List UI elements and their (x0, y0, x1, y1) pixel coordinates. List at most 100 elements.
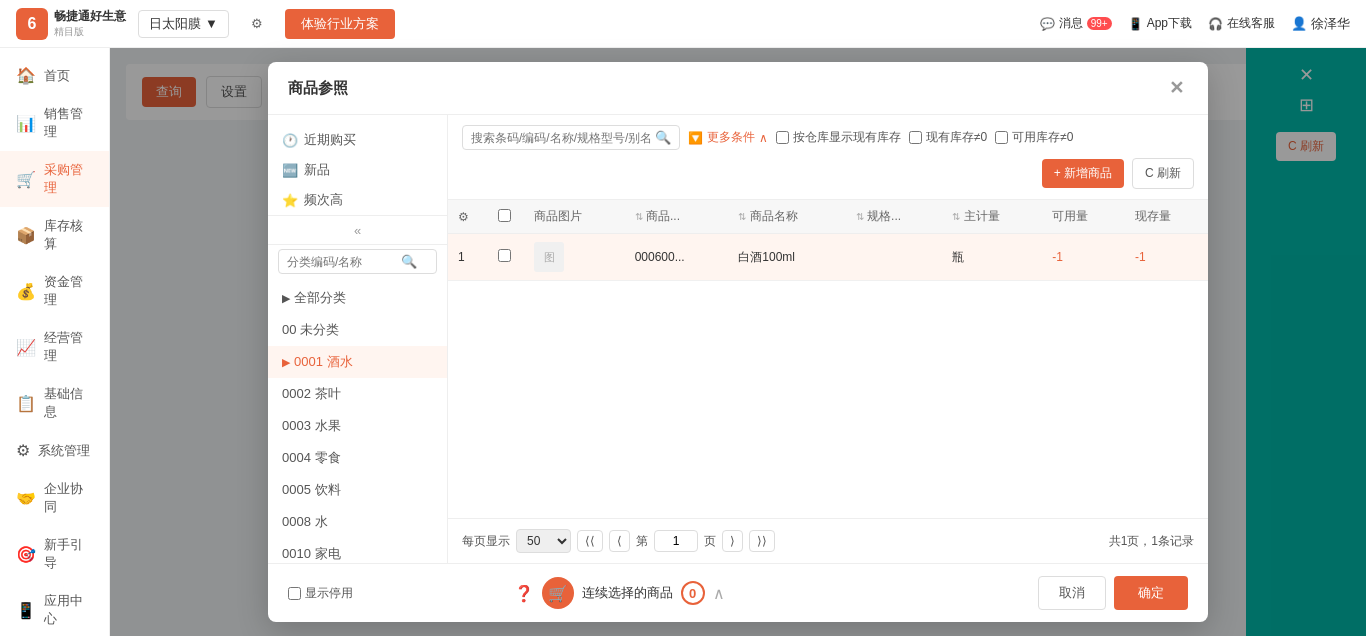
existing-checkbox-item[interactable]: 现有库存≠0 (909, 129, 987, 146)
cat-0010[interactable]: 0010 家电 (268, 538, 447, 563)
app-download-item[interactable]: 📱 App下载 (1128, 15, 1192, 32)
cat-0008-label: 0008 水 (282, 513, 328, 531)
help-icon[interactable]: ❓ (514, 584, 534, 603)
row-checkbox[interactable] (498, 249, 511, 262)
show-disabled-checkbox[interactable] (288, 587, 301, 600)
app-label: App下载 (1147, 15, 1192, 32)
sidebar-item-home[interactable]: 🏠 首页 (0, 56, 109, 95)
headset-icon: 🎧 (1208, 17, 1223, 31)
cat-search-input[interactable] (287, 255, 397, 269)
trial-button[interactable]: 体验行业方案 (285, 9, 395, 39)
sidebar-item-purchase[interactable]: 🛒 采购管理 (0, 151, 109, 207)
sort-code-icon[interactable]: ⇅ (635, 211, 643, 222)
sort-spec-icon[interactable]: ⇅ (856, 211, 864, 222)
page-last-button[interactable]: ⟩⟩ (749, 530, 775, 552)
system-icon: ⚙ (16, 441, 30, 460)
left-sidebar: 🏠 首页 📊 销售管理 🛒 采购管理 📦 库存核算 💰 资金管理 📈 经营管理 … (0, 48, 110, 636)
cat-new[interactable]: 🆕 新品 (268, 155, 447, 185)
cat-00[interactable]: 00 未分类 (268, 314, 447, 346)
sidebar-item-apps[interactable]: 📱 应用中心 (0, 582, 109, 636)
sidebar-item-system[interactable]: ⚙ 系统管理 (0, 431, 109, 470)
cat-0003[interactable]: 0003 水果 (268, 410, 447, 442)
nav-selector-label: 日太阳膜 (149, 15, 201, 33)
cell-spec (846, 234, 943, 281)
per-page-select[interactable]: 50 100 (516, 529, 571, 553)
table-row[interactable]: 1 图 000600... 白酒100ml (448, 234, 1208, 281)
per-page-label: 每页显示 (462, 533, 510, 550)
cat-0002-label: 0002 茶叶 (282, 385, 341, 403)
gear-button[interactable]: ⚙ (241, 8, 273, 40)
cart-button[interactable]: 🛒 (542, 577, 574, 609)
service-label: 在线客服 (1227, 15, 1275, 32)
cat-recent-label: 近期购买 (304, 131, 356, 149)
footer-collapse-button[interactable]: ∧ (713, 584, 725, 603)
message-label: 消息 (1059, 15, 1083, 32)
cat-0005[interactable]: 0005 饮料 (268, 474, 447, 506)
page-first-button[interactable]: ⟨⟨ (577, 530, 603, 552)
product-search-input[interactable] (471, 131, 651, 145)
new-icon: 🆕 (282, 163, 298, 178)
sidebar-label-purchase: 采购管理 (44, 161, 93, 197)
filter-icon: 🔽 (688, 131, 703, 145)
filter-arrow-icon: ∧ (759, 131, 768, 145)
sidebar-item-ops[interactable]: 📈 经营管理 (0, 319, 109, 375)
search-icon[interactable]: 🔍 (655, 130, 671, 145)
user-icon: 👤 (1291, 16, 1307, 31)
cat-search-icon[interactable]: 🔍 (401, 254, 417, 269)
show-disabled-checkbox-item[interactable]: 显示停用 (288, 585, 353, 602)
cart-count-badge: 0 (681, 581, 705, 605)
sort-name-icon[interactable]: ⇅ (738, 211, 746, 222)
usable-checkbox-item[interactable]: 可用库存≠0 (995, 129, 1073, 146)
logo-area: 6 畅捷通好生意 精目版 (16, 8, 126, 40)
sales-icon: 📊 (16, 114, 36, 133)
sidebar-label-home: 首页 (44, 67, 70, 85)
arrow-icon-0001: ▶ (282, 356, 290, 369)
warehouse-checkbox[interactable] (776, 131, 789, 144)
sidebar-item-finance[interactable]: 💰 资金管理 (0, 263, 109, 319)
sidebar-item-base[interactable]: 📋 基础信息 (0, 375, 109, 431)
sidebar-item-inventory[interactable]: 📦 库存核算 (0, 207, 109, 263)
existing-checkbox[interactable] (909, 131, 922, 144)
page-prev-button[interactable]: ⟨ (609, 530, 630, 552)
warehouse-checkbox-item[interactable]: 按仓库显示现有库存 (776, 129, 901, 146)
modal-main-content: 🔍 🔽 更多条件 ∧ 按仓库显示现有库存 (448, 115, 1208, 563)
cat-frequent[interactable]: ⭐ 频次高 (268, 185, 447, 215)
logo-text: 畅捷通好生意 精目版 (54, 8, 126, 39)
more-filter-button[interactable]: 🔽 更多条件 ∧ (688, 129, 768, 146)
cat-recent[interactable]: 🕐 近期购买 (268, 125, 447, 155)
content-area: 查询 设置 ✕ ⊞ C 刷新 商品参照 ✕ (110, 48, 1366, 636)
settings-icon[interactable]: ⚙ (458, 210, 469, 224)
service-item[interactable]: 🎧 在线客服 (1208, 15, 1275, 32)
cat-0001[interactable]: ▶ 0001 酒水 (268, 346, 447, 378)
col-settings[interactable]: ⚙ (448, 200, 488, 234)
cat-0002[interactable]: 0002 茶叶 (268, 378, 447, 410)
purchase-icon: 🛒 (16, 170, 36, 189)
sidebar-item-sales[interactable]: 📊 销售管理 (0, 95, 109, 151)
select-all-checkbox[interactable] (498, 209, 511, 222)
page-number-input[interactable] (654, 530, 698, 552)
user-area[interactable]: 👤 徐泽华 (1291, 15, 1350, 33)
sidebar-item-guide[interactable]: 🎯 新手引导 (0, 526, 109, 582)
user-name: 徐泽华 (1311, 15, 1350, 33)
refresh-button[interactable]: C 刷新 (1132, 158, 1194, 189)
sidebar-item-collab[interactable]: 🤝 企业协同 (0, 470, 109, 526)
cat-all[interactable]: ▶ 全部分类 (268, 282, 447, 314)
cell-checkbox[interactable] (488, 234, 524, 281)
cancel-button[interactable]: 取消 (1038, 576, 1106, 610)
confirm-button[interactable]: 确定 (1114, 576, 1188, 610)
cat-0004[interactable]: 0004 零食 (268, 442, 447, 474)
usable-checkbox[interactable] (995, 131, 1008, 144)
modal-close-button[interactable]: ✕ (1164, 76, 1188, 100)
page-next-button[interactable]: ⟩ (722, 530, 743, 552)
add-product-button[interactable]: + 新增商品 (1042, 159, 1124, 188)
nav-selector[interactable]: 日太阳膜 ▼ (138, 10, 229, 38)
cat-0004-label: 0004 零食 (282, 449, 341, 467)
sidebar-label-inventory: 库存核算 (44, 217, 93, 253)
logo-icon: 6 (16, 8, 48, 40)
collapse-cat-button[interactable]: « (348, 220, 368, 240)
page-label-di: 第 (636, 533, 648, 550)
cat-0008[interactable]: 0008 水 (268, 506, 447, 538)
message-item[interactable]: 💬 消息 99+ (1040, 15, 1112, 32)
main-layout: 🏠 首页 📊 销售管理 🛒 采购管理 📦 库存核算 💰 资金管理 📈 经营管理 … (0, 48, 1366, 636)
sort-unit-icon[interactable]: ⇅ (952, 211, 960, 222)
